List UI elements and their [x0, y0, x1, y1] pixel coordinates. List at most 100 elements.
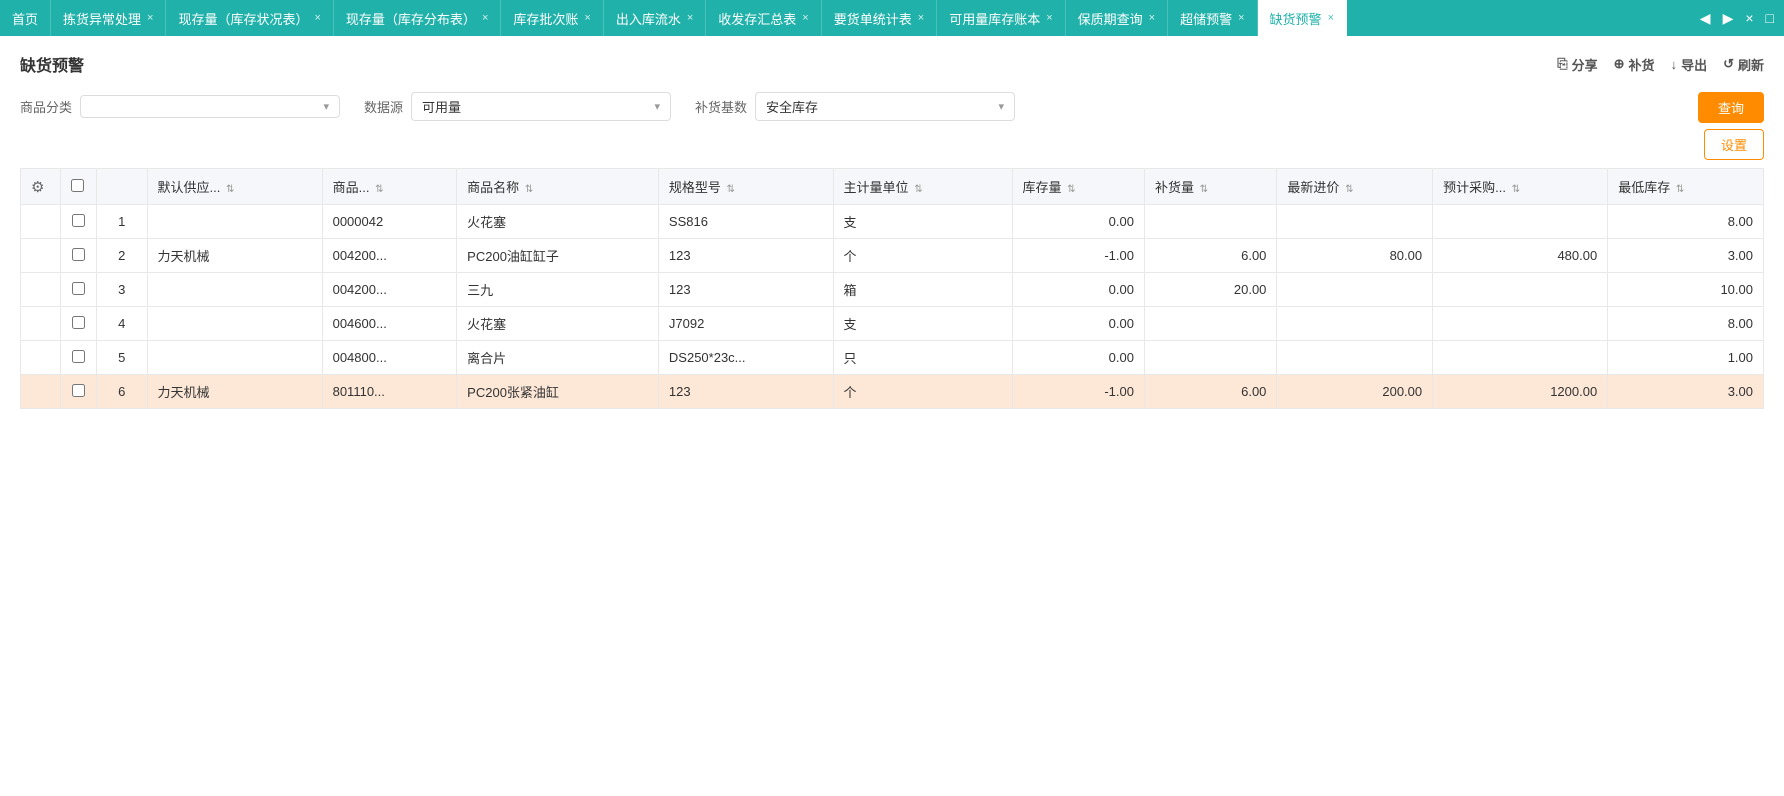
close-tab-requisition-stats[interactable]: ×: [918, 12, 924, 24]
col-supplement-header[interactable]: 补货量 ⇅: [1144, 169, 1276, 205]
tab-available-ledger[interactable]: 可用量库存账本 ×: [937, 0, 1065, 36]
datasource-value: 可用量: [422, 97, 461, 116]
row-settings-cell: [21, 375, 61, 409]
tab-flow[interactable]: 出入库流水 ×: [604, 0, 706, 36]
row-checkbox-0[interactable]: [72, 214, 85, 227]
share-action[interactable]: ⎘ 分享: [1557, 55, 1597, 74]
filter-section: 商品分类 ▾ 数据源 可用量 ▾ 补货基数 安全库存 ▾: [20, 92, 1764, 160]
row-checkbox-1[interactable]: [72, 248, 85, 261]
row-num-cell: 5: [97, 341, 148, 375]
tab-batch-account[interactable]: 库存批次账 ×: [501, 0, 603, 36]
query-button[interactable]: 查询: [1698, 92, 1764, 123]
close-tab-inventory-status[interactable]: ×: [314, 12, 320, 24]
row-supplement-cell: 20.00: [1144, 273, 1276, 307]
supplement-icon: ⊕: [1614, 56, 1625, 72]
row-settings-cell: [21, 205, 61, 239]
category-filter-group: 商品分类 ▾: [20, 95, 340, 118]
col-rownum-header: [97, 169, 148, 205]
close-tab-available-ledger[interactable]: ×: [1046, 12, 1052, 24]
supplement-base-arrow-icon: ▾: [999, 100, 1005, 113]
tab-shortage[interactable]: 缺货预警 ×: [1258, 0, 1347, 36]
row-stock-cell: 0.00: [1012, 341, 1144, 375]
close-tab-flow[interactable]: ×: [687, 12, 693, 24]
row-stock-cell: 0.00: [1012, 273, 1144, 307]
table-settings-icon[interactable]: ⚙: [31, 179, 44, 196]
row-price-cell: 80.00: [1277, 239, 1433, 273]
close-tab-abnormal[interactable]: ×: [147, 12, 153, 24]
table-row: 2 力天机械 004200... PC200油缸缸子 123 个 -1.00 6…: [21, 239, 1764, 273]
row-code-cell: 004200...: [322, 273, 457, 307]
row-code-cell: 004600...: [322, 307, 457, 341]
col-minstock-header[interactable]: 最低库存 ⇅: [1608, 169, 1764, 205]
close-tab-shortage[interactable]: ×: [1328, 12, 1334, 24]
share-icon: ⎘: [1557, 56, 1567, 72]
row-checkbox-cell: [61, 205, 97, 239]
supplement-action[interactable]: ⊕ 补货: [1614, 55, 1655, 74]
row-unit-cell: 支: [833, 307, 1012, 341]
row-code-cell: 004200...: [322, 239, 457, 273]
row-supplier-cell: 力天机械: [147, 239, 322, 273]
row-checkbox-5[interactable]: [72, 384, 85, 397]
row-price-cell: 200.00: [1277, 375, 1433, 409]
close-tab-overstock[interactable]: ×: [1238, 12, 1244, 24]
row-settings-cell: [21, 273, 61, 307]
tab-home[interactable]: 首页: [0, 0, 51, 36]
tab-maximize-button[interactable]: □: [1760, 10, 1780, 26]
row-spec-cell: 123: [658, 375, 833, 409]
refresh-action[interactable]: ↺ 刷新: [1723, 55, 1764, 74]
col-name-header[interactable]: 商品名称 ⇅: [457, 169, 659, 205]
row-num-cell: 4: [97, 307, 148, 341]
tab-close-all-button[interactable]: ×: [1739, 10, 1759, 26]
refresh-icon: ↺: [1723, 56, 1734, 72]
row-checkbox-3[interactable]: [72, 316, 85, 329]
table-row: 6 力天机械 801110... PC200张紧油缸 123 个 -1.00 6…: [21, 375, 1764, 409]
tab-requisition-stats[interactable]: 要货单统计表 ×: [822, 0, 937, 36]
row-checkbox-4[interactable]: [72, 350, 85, 363]
datasource-arrow-icon: ▾: [655, 100, 661, 113]
close-tab-inventory-dist[interactable]: ×: [482, 12, 488, 24]
settings-button[interactable]: 设置: [1704, 129, 1764, 160]
row-supplier-cell: [147, 205, 322, 239]
close-tab-batch-account[interactable]: ×: [584, 12, 590, 24]
col-estimated-header[interactable]: 预计采购... ⇅: [1433, 169, 1608, 205]
category-arrow-icon: ▾: [323, 100, 329, 113]
col-price-header[interactable]: 最新进价 ⇅: [1277, 169, 1433, 205]
category-select[interactable]: ▾: [80, 95, 340, 118]
tab-abnormal[interactable]: 拣货异常处理 ×: [51, 0, 166, 36]
export-action[interactable]: ↓ 导出: [1671, 55, 1708, 74]
col-code-header[interactable]: 商品... ⇅: [322, 169, 457, 205]
select-all-checkbox[interactable]: [71, 179, 84, 192]
supplement-base-select[interactable]: 安全库存 ▾: [755, 92, 1015, 121]
tab-prev-button[interactable]: ◀: [1694, 10, 1717, 27]
row-minstock-cell: 3.00: [1608, 239, 1764, 273]
name-sort-icon: ⇅: [525, 184, 533, 195]
row-unit-cell: 只: [833, 341, 1012, 375]
datasource-select[interactable]: 可用量 ▾: [411, 92, 671, 121]
row-minstock-cell: 8.00: [1608, 205, 1764, 239]
close-tab-expiry-query[interactable]: ×: [1149, 12, 1155, 24]
row-num-cell: 1: [97, 205, 148, 239]
row-checkbox-2[interactable]: [72, 282, 85, 295]
tab-overstock[interactable]: 超储预警 ×: [1168, 0, 1257, 36]
main-content: 缺货预警 ⎘ 分享 ⊕ 补货 ↓ 导出 ↺ 刷新 商品分类: [0, 36, 1784, 796]
tab-receive-summary[interactable]: 收发存汇总表 ×: [706, 0, 821, 36]
row-name-cell: 火花塞: [457, 205, 659, 239]
col-unit-header[interactable]: 主计量单位 ⇅: [833, 169, 1012, 205]
supplement-sort-icon: ⇅: [1200, 184, 1208, 195]
col-spec-header[interactable]: 规格型号 ⇅: [658, 169, 833, 205]
close-tab-receive-summary[interactable]: ×: [802, 12, 808, 24]
col-supplier-header[interactable]: 默认供应... ⇅: [147, 169, 322, 205]
col-stock-header[interactable]: 库存量 ⇅: [1012, 169, 1144, 205]
row-settings-cell: [21, 341, 61, 375]
tab-inventory-status[interactable]: 现存量（库存状况表） ×: [166, 0, 333, 36]
tab-expiry-query[interactable]: 保质期查询 ×: [1066, 0, 1168, 36]
row-price-cell: [1277, 341, 1433, 375]
estimated-sort-icon: ⇅: [1512, 184, 1520, 195]
row-unit-cell: 支: [833, 205, 1012, 239]
row-estimated-cell: [1433, 307, 1608, 341]
tab-inventory-dist[interactable]: 现存量（库存分布表） ×: [334, 0, 501, 36]
row-unit-cell: 个: [833, 239, 1012, 273]
tab-next-button[interactable]: ▶: [1717, 10, 1740, 27]
category-label: 商品分类: [20, 97, 72, 116]
filter-fields: 商品分类 ▾ 数据源 可用量 ▾ 补货基数 安全库存 ▾: [20, 92, 1698, 121]
